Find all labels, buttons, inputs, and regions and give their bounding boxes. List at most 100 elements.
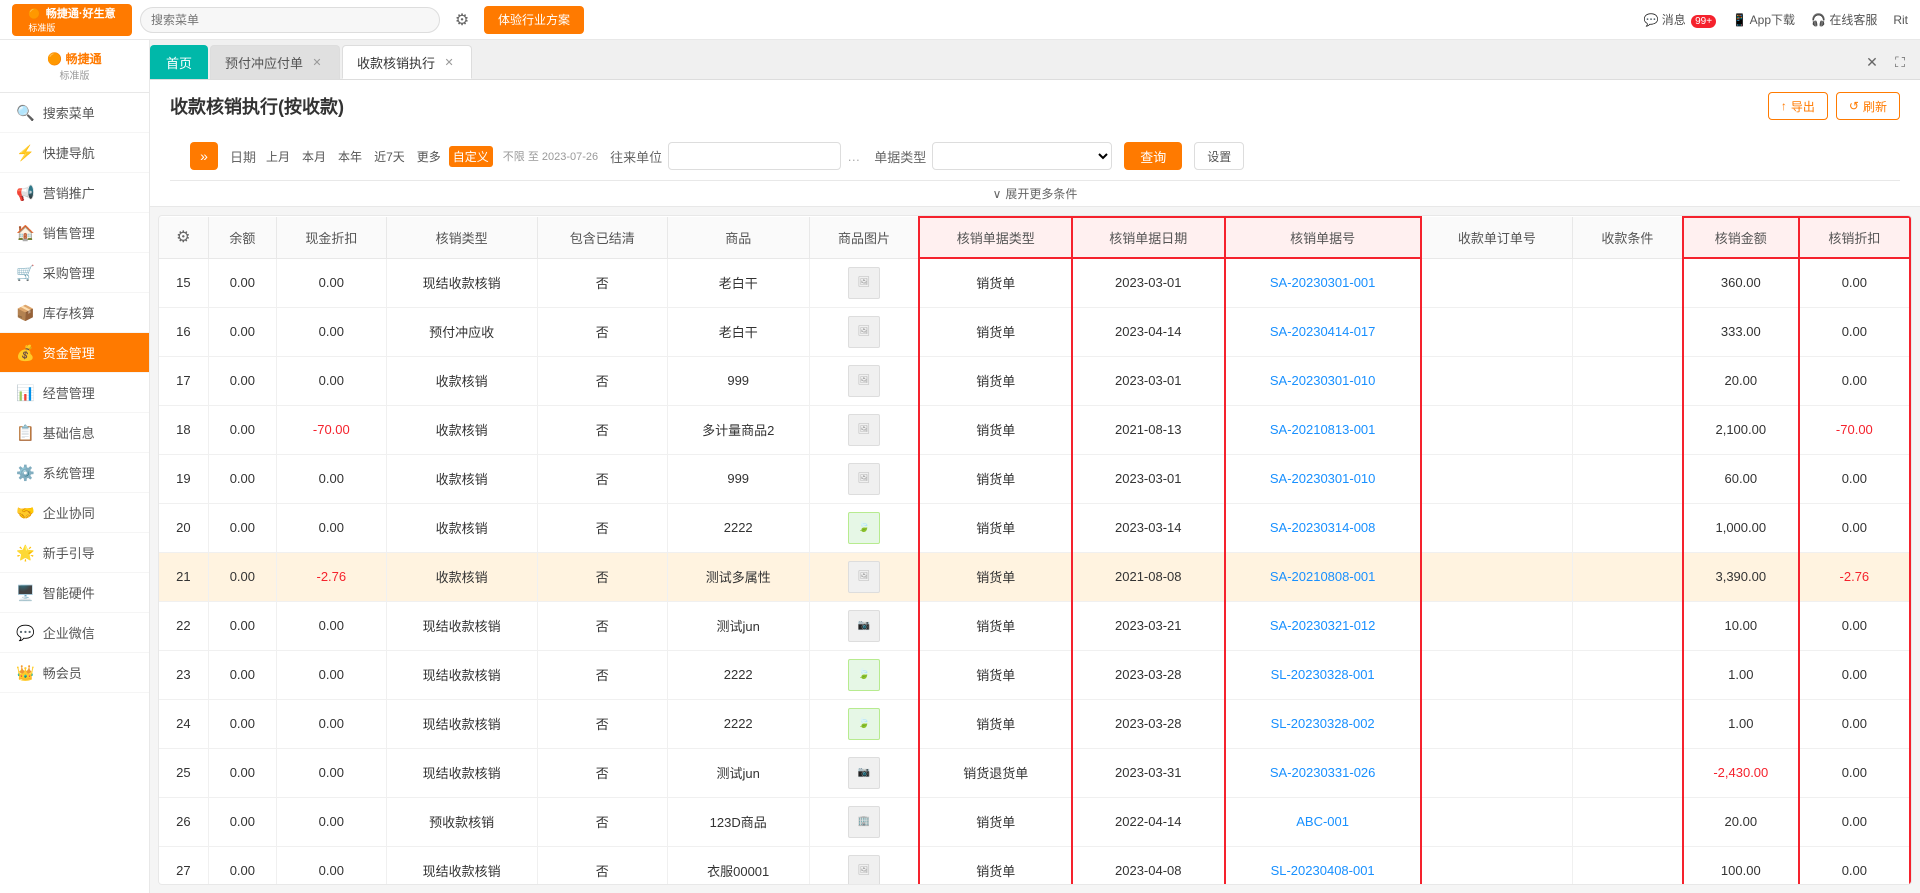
sidebar-item-collab[interactable]: 🤝 企业协同 — [0, 493, 149, 533]
th-settings[interactable]: ⚙ — [159, 217, 208, 258]
notification-area[interactable]: 💬 消息 99+ — [1643, 11, 1716, 28]
tab-prepay[interactable]: 预付冲应付单 ✕ — [210, 45, 340, 79]
app-download-link[interactable]: 📱 App下载 — [1732, 11, 1795, 28]
page-content: 收款核销执行(按收款) ↑ 导出 ↺ 刷新 » — [150, 80, 1920, 893]
td-product: 2222 — [667, 503, 809, 552]
tab-expand-btn[interactable]: ⛶ — [1888, 50, 1912, 74]
td-verify-bill-type: 销货单 — [919, 405, 1072, 454]
verify-bill-no-link[interactable]: SA-20230301-010 — [1270, 373, 1376, 388]
td-verify-type: 预付冲应收 — [386, 307, 537, 356]
td-product-image: 📷 — [809, 748, 919, 797]
sidebar-item-hardware[interactable]: 🖥️ 智能硬件 — [0, 573, 149, 613]
verify-bill-no-link[interactable]: SA-20230331-026 — [1270, 765, 1376, 780]
td-verify-bill-date: 2023-03-01 — [1072, 258, 1225, 307]
verify-bill-no-link[interactable]: ABC-001 — [1296, 814, 1349, 829]
td-no: 20 — [159, 503, 208, 552]
td-verify-discount: 0.00 — [1799, 356, 1910, 405]
verify-bill-no-link[interactable]: SA-20230321-012 — [1270, 618, 1376, 633]
verify-bill-no-link[interactable]: SA-20230314-008 — [1270, 520, 1376, 535]
td-cash-discount: 0.00 — [277, 503, 387, 552]
td-verify-bill-no: SA-20230414-017 — [1225, 307, 1421, 356]
from-unit-dots: … — [847, 149, 862, 164]
tab-close-receipt[interactable]: ✕ — [441, 54, 457, 70]
online-support-link[interactable]: 🎧 在线客服 — [1811, 11, 1877, 28]
verify-bill-no-link[interactable]: SA-20210813-001 — [1270, 422, 1376, 437]
verify-bill-no-link[interactable]: SA-20210808-001 — [1270, 569, 1376, 584]
sidebar-item-quick-nav[interactable]: ⚡ 快捷导航 — [0, 133, 149, 173]
sidebar-item-label: 营销推广 — [43, 183, 95, 202]
sidebar-item-sales[interactable]: 🏠 销售管理 — [0, 213, 149, 253]
sidebar-item-search[interactable]: 🔍 搜索菜单 — [0, 93, 149, 133]
verify-bill-no-link[interactable]: SL-20230408-001 — [1271, 863, 1375, 878]
verify-bill-no-link[interactable]: SL-20230328-002 — [1271, 716, 1375, 731]
sidebar-item-label: 搜索菜单 — [43, 103, 95, 122]
sidebar-item-member[interactable]: 👑 畅会员 — [0, 653, 149, 693]
date-last-month[interactable]: 上月 — [262, 146, 294, 167]
td-verify-bill-date: 2023-04-08 — [1072, 846, 1225, 885]
query-btn[interactable]: 查询 — [1124, 142, 1182, 170]
filter-expand-btn[interactable]: » — [190, 142, 218, 170]
tab-bar-actions: ✕ ⛶ — [1860, 45, 1920, 79]
sidebar-item-guide[interactable]: 🌟 新手引导 — [0, 533, 149, 573]
sidebar-item-label: 采购管理 — [43, 263, 95, 282]
logo-text: 🟠 畅捷通·好生意 标准版 — [28, 5, 115, 34]
td-balance: 0.00 — [208, 503, 276, 552]
td-verify-type: 收款核销 — [386, 503, 537, 552]
td-product: 老白干 — [667, 307, 809, 356]
sidebar-item-label: 企业协同 — [43, 503, 95, 522]
verify-bill-no-link[interactable]: SA-20230301-010 — [1270, 471, 1376, 486]
tab-home[interactable]: 首页 — [150, 45, 208, 79]
export-btn[interactable]: ↑ 导出 — [1768, 92, 1828, 120]
td-verify-type: 现结收款核销 — [386, 650, 537, 699]
verify-bill-no-link[interactable]: SA-20230414-017 — [1270, 324, 1376, 339]
th-receipt-condition: 收款条件 — [1572, 217, 1682, 258]
sidebar-item-finance[interactable]: 💰 资金管理 — [0, 333, 149, 373]
sidebar-item-label: 经营管理 — [43, 383, 95, 402]
tab-close-prepay[interactable]: ✕ — [309, 55, 325, 71]
td-verify-bill-date: 2023-03-31 — [1072, 748, 1225, 797]
sidebar-item-system[interactable]: ⚙️ 系统管理 — [0, 453, 149, 493]
td-verify-bill-date: 2023-03-01 — [1072, 356, 1225, 405]
th-product: 商品 — [667, 217, 809, 258]
sidebar-item-purchase[interactable]: 🛒 采购管理 — [0, 253, 149, 293]
bill-type-select[interactable]: 销货单 销货退货单 — [932, 142, 1112, 170]
td-receipt-order-no — [1421, 258, 1573, 307]
more-conditions-row[interactable]: ∨ 展开更多条件 — [170, 181, 1900, 206]
date-more[interactable]: 更多 — [413, 146, 445, 167]
sidebar-item-basic[interactable]: 📋 基础信息 — [0, 413, 149, 453]
product-image: 🖼 — [848, 561, 880, 593]
tab-receipt-verify[interactable]: 收款核销执行 ✕ — [342, 45, 472, 79]
sidebar-item-wechat[interactable]: 💬 企业微信 — [0, 613, 149, 653]
sidebar-item-marketing[interactable]: 📢 营销推广 — [0, 173, 149, 213]
top-search-input[interactable] — [140, 7, 440, 33]
from-unit-input[interactable] — [668, 142, 841, 170]
td-cash-discount: 0.00 — [277, 454, 387, 503]
industry-solution-btn[interactable]: 体验行业方案 — [484, 6, 584, 34]
sidebar-item-inventory[interactable]: 📦 库存核算 — [0, 293, 149, 333]
sidebar-item-operations[interactable]: 📊 经营管理 — [0, 373, 149, 413]
inventory-icon: 📦 — [16, 304, 35, 322]
from-unit-section: 往来单位 … — [610, 142, 862, 170]
verify-bill-no-link[interactable]: SA-20230301-001 — [1270, 275, 1376, 290]
td-verify-bill-type: 销货单 — [919, 797, 1072, 846]
date-7days[interactable]: 近7天 — [370, 146, 409, 167]
refresh-btn[interactable]: ↺ 刷新 — [1836, 92, 1900, 120]
date-this-month[interactable]: 本月 — [298, 146, 330, 167]
refresh-icon: ↺ — [1849, 99, 1859, 113]
tab-close-window-btn[interactable]: ✕ — [1860, 50, 1884, 74]
verify-bill-no-link[interactable]: SL-20230328-001 — [1271, 667, 1375, 682]
td-product-image: 🖼 — [809, 454, 919, 503]
date-this-year[interactable]: 本年 — [334, 146, 366, 167]
td-no: 27 — [159, 846, 208, 885]
settings-btn[interactable]: 设置 — [1194, 142, 1244, 170]
settings-icon[interactable]: ⚙ — [448, 6, 476, 34]
td-include-settled: 否 — [537, 699, 667, 748]
td-cash-discount: 0.00 — [277, 601, 387, 650]
th-verify-bill-date: 核销单据日期 — [1072, 217, 1225, 258]
td-product-image: 🖼 — [809, 258, 919, 307]
td-verify-amount: 1,000.00 — [1683, 503, 1799, 552]
user-name[interactable]: Rit — [1893, 13, 1908, 27]
table-row: 17 0.00 0.00 收款核销 否 999 🖼 销货单 2023-03-01… — [159, 356, 1910, 405]
date-custom[interactable]: 自定义 — [449, 146, 493, 167]
td-verify-bill-type: 销货单 — [919, 307, 1072, 356]
